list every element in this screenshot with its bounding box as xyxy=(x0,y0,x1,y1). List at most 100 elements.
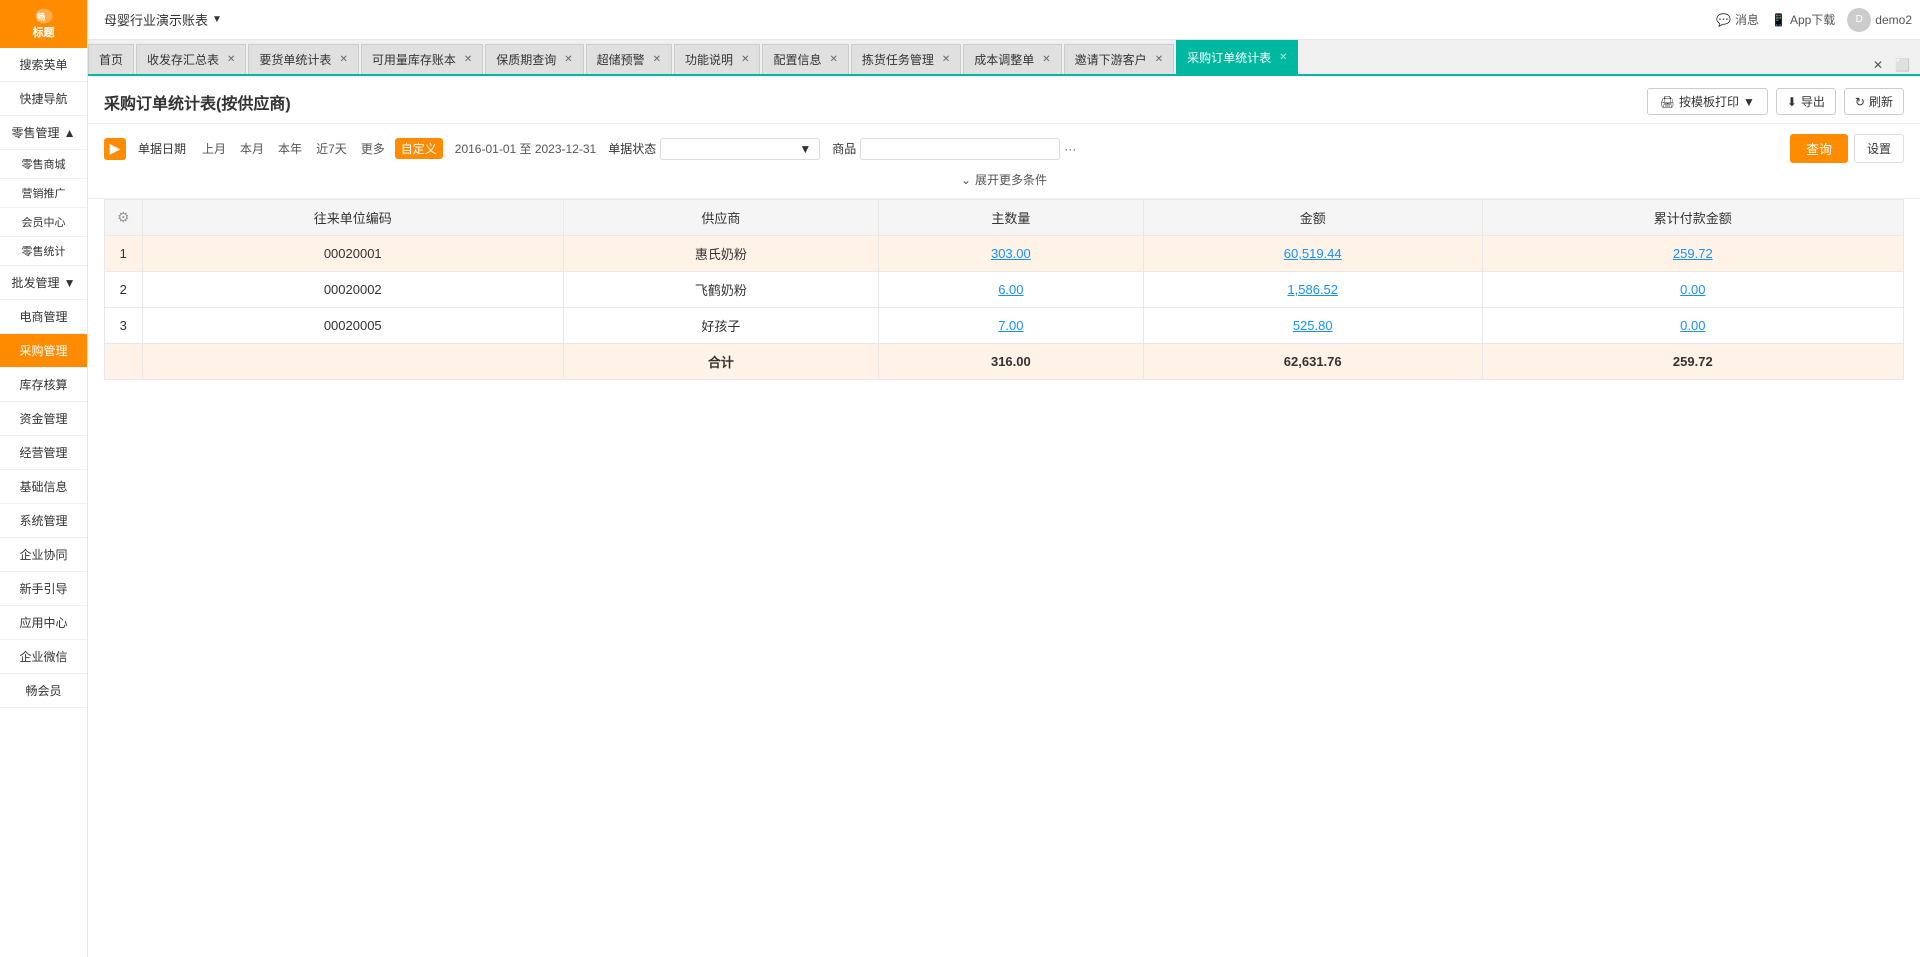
shortcut-more[interactable]: 更多 xyxy=(357,138,389,159)
logo-icon: 畅 xyxy=(28,8,60,24)
tab-purchase-stats[interactable]: 采购订单统计表 ✕ xyxy=(1176,40,1298,74)
sidebar-logo-label: 标题 xyxy=(33,24,55,40)
tab-close-overstock-alert[interactable]: ✕ xyxy=(653,54,661,65)
page-title: 采购订单统计表(按供应商) xyxy=(104,90,291,114)
tab-close-purchase-stats[interactable]: ✕ xyxy=(1279,52,1287,63)
svg-text:畅: 畅 xyxy=(37,11,45,21)
sidebar-item-quick-nav[interactable]: 快捷导航 xyxy=(0,82,87,116)
tab-expiry-query[interactable]: 保质期查询 ✕ xyxy=(485,44,583,74)
table-row: 1 00020001 惠氏奶粉 303.00 60,519.44 259.72 xyxy=(105,236,1904,272)
tab-close-cost-adjust[interactable]: ✕ xyxy=(1042,54,1050,65)
shortcut-7days[interactable]: 近7天 xyxy=(312,138,351,159)
sidebar-item-basic-info[interactable]: 基础信息 xyxy=(0,470,87,504)
sidebar-item-vip[interactable]: 畅会员 xyxy=(0,674,87,708)
shortcut-last-month[interactable]: 上月 xyxy=(198,138,230,159)
sidebar-item-ecommerce[interactable]: 电商管理 xyxy=(0,300,87,334)
refresh-btn[interactable]: ↻ 刷新 xyxy=(1844,88,1904,115)
tab-close-task-mgmt[interactable]: ✕ xyxy=(942,54,950,65)
sidebar-item-enterprise-wechat[interactable]: 企业微信 xyxy=(0,640,87,674)
row2-code: 00020002 xyxy=(142,272,563,308)
row2-qty: 6.00 xyxy=(878,272,1143,308)
sidebar-item-wholesale[interactable]: 批发管理 ▼ xyxy=(0,266,87,300)
sidebar-item-retail-stats[interactable]: 零售统计 xyxy=(0,237,87,266)
sidebar-item-member[interactable]: 会员中心 xyxy=(0,208,87,237)
settings-btn[interactable]: 设置 xyxy=(1854,134,1904,163)
print-icon: 🖨 xyxy=(1660,95,1675,109)
chevron-down-icon-print: ▼ xyxy=(1743,95,1755,109)
col-settings: ⚙ xyxy=(105,200,143,236)
sidebar-item-finance[interactable]: 资金管理 xyxy=(0,402,87,436)
sidebar-item-purchase[interactable]: 采购管理 xyxy=(0,334,87,368)
refresh-icon: ↻ xyxy=(1855,95,1865,109)
row2-supplier: 飞鹤奶粉 xyxy=(563,272,878,308)
query-btn[interactable]: 查询 xyxy=(1790,134,1848,163)
table-footer-row: 合计 316.00 62,631.76 259.72 xyxy=(105,344,1904,380)
tab-close-receive-summary[interactable]: ✕ xyxy=(227,54,235,65)
table-area: ⚙ 往来单位编码 供应商 主数量 金额 累计付款金额 1 00020001 惠氏… xyxy=(88,199,1920,957)
topbar: 母婴行业演示账表 ▼ 💬 消息 📱 App下载 D demo2 xyxy=(88,0,1920,40)
tab-cost-adjust[interactable]: 成本调整单 ✕ xyxy=(963,44,1061,74)
table-row: 3 00020005 好孩子 7.00 525.80 0.00 xyxy=(105,308,1904,344)
tab-requisition-stats[interactable]: 要货单统计表 ✕ xyxy=(248,44,358,74)
chevron-down-icon-status: ▼ xyxy=(799,142,811,156)
status-select[interactable]: ▼ xyxy=(660,138,820,160)
shortcut-this-year[interactable]: 本年 xyxy=(274,138,306,159)
tab-function-desc[interactable]: 功能说明 ✕ xyxy=(674,44,760,74)
tab-task-mgmt[interactable]: 拣货任务管理 ✕ xyxy=(851,44,961,74)
sidebar-item-search[interactable]: 搜索英单 xyxy=(0,48,87,82)
sidebar-item-retail-mgmt[interactable]: 零售管理 ▲ xyxy=(0,116,87,150)
sidebar-item-sys-mgmt[interactable]: 系统管理 xyxy=(0,504,87,538)
shortcut-this-month[interactable]: 本月 xyxy=(236,138,268,159)
page-actions: 🖨 按模板打印 ▼ ⬇ 导出 ↻ 刷新 xyxy=(1647,88,1904,115)
message-btn[interactable]: 💬 消息 xyxy=(1716,11,1759,28)
footer-paid: 259.72 xyxy=(1482,344,1903,380)
app-download-btn[interactable]: 📱 App下载 xyxy=(1771,11,1835,28)
goods-filter-label: 商品 xyxy=(832,140,856,157)
sidebar-item-inventory[interactable]: 库存核算 xyxy=(0,368,87,402)
tab-close-available-stock[interactable]: ✕ xyxy=(464,54,472,65)
row1-qty: 303.00 xyxy=(878,236,1143,272)
avatar-icon: D xyxy=(1847,8,1871,32)
sidebar-item-enterprise[interactable]: 企业协同 xyxy=(0,538,87,572)
chevron-down-icon: ▲ xyxy=(64,126,76,140)
tab-close-function-desc[interactable]: ✕ xyxy=(741,54,749,65)
tab-maximize-btn[interactable]: ⬜ xyxy=(1891,56,1914,74)
table-row: 2 00020002 飞鹤奶粉 6.00 1,586.52 0.00 xyxy=(105,272,1904,308)
tab-close-requisition-stats[interactable]: ✕ xyxy=(339,54,347,65)
shortcut-custom[interactable]: 自定义 xyxy=(395,138,443,159)
export-btn[interactable]: ⬇ 导出 xyxy=(1776,88,1836,115)
tab-close-invite-downstream[interactable]: ✕ xyxy=(1155,54,1163,65)
sidebar-item-new-guide[interactable]: 新手引导 xyxy=(0,572,87,606)
sidebar-logo: 畅 标题 xyxy=(0,0,87,48)
goods-search-input[interactable] xyxy=(860,138,1060,160)
sidebar-item-marketing[interactable]: 营销推广 xyxy=(0,179,87,208)
sidebar-item-operations[interactable]: 经营管理 xyxy=(0,436,87,470)
message-icon: 💬 xyxy=(1716,13,1731,27)
page-header: 采购订单统计表(按供应商) 🖨 按模板打印 ▼ ⬇ 导出 ↻ 刷新 xyxy=(88,76,1920,124)
col-supplier: 供应商 xyxy=(563,200,878,236)
tab-overstock-alert[interactable]: 超储预警 ✕ xyxy=(586,44,672,74)
user-avatar[interactable]: D demo2 xyxy=(1847,8,1912,32)
expand-more-row: ⌄ 展开更多条件 xyxy=(104,171,1904,188)
template-print-btn[interactable]: 🖨 按模板打印 ▼ xyxy=(1647,88,1768,115)
chevron-down-icon-2: ▼ xyxy=(64,276,76,290)
tab-available-stock[interactable]: 可用量库存账本 ✕ xyxy=(361,44,483,74)
tab-config-info[interactable]: 配置信息 ✕ xyxy=(762,44,848,74)
filter-toggle-btn[interactable]: ▶ xyxy=(104,138,126,160)
sidebar-item-retail-store[interactable]: 零售商城 xyxy=(0,150,87,179)
topbar-right: 💬 消息 📱 App下载 D demo2 xyxy=(1716,8,1912,32)
tab-receive-summary[interactable]: 收发存汇总表 ✕ xyxy=(136,44,246,74)
store-selector[interactable]: 母婴行业演示账表 ▼ xyxy=(96,10,230,29)
expand-more-btn[interactable]: ⌄ 展开更多条件 xyxy=(961,171,1047,188)
tab-home[interactable]: 首页 xyxy=(88,44,134,74)
tab-close-config-info[interactable]: ✕ xyxy=(829,54,837,65)
date-range-value: 2016-01-01 至 2023-12-31 xyxy=(455,140,596,157)
table-gear-icon[interactable]: ⚙ xyxy=(117,209,130,225)
tab-invite-downstream[interactable]: 邀请下游客户 ✕ xyxy=(1064,44,1174,74)
data-table: ⚙ 往来单位编码 供应商 主数量 金额 累计付款金额 1 00020001 惠氏… xyxy=(104,199,1904,380)
row3-amount: 525.80 xyxy=(1143,308,1482,344)
tab-close-expiry-query[interactable]: ✕ xyxy=(564,54,572,65)
tab-close-all-btn[interactable]: ✕ xyxy=(1869,56,1887,74)
sidebar-item-app-center[interactable]: 应用中心 xyxy=(0,606,87,640)
goods-more-btn[interactable]: ··· xyxy=(1064,142,1076,156)
